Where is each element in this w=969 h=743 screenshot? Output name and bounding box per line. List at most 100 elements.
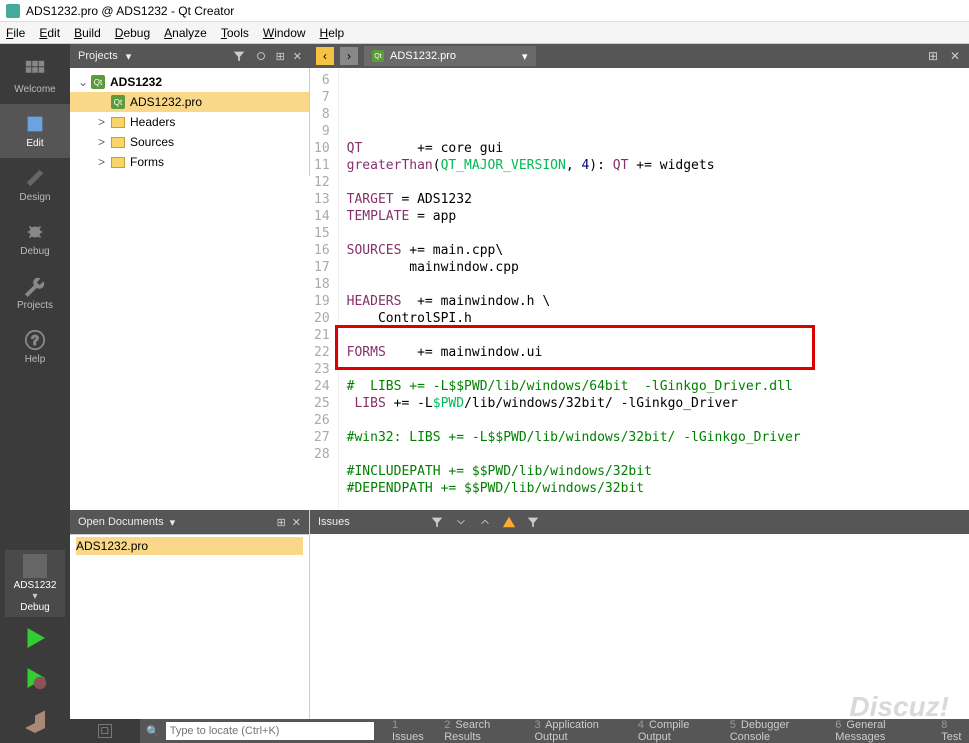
qt-icon: Qt <box>372 50 384 62</box>
code-line[interactable]: TEMPLATE = app <box>347 208 961 225</box>
bug-icon <box>24 221 46 243</box>
nav-back-button[interactable]: ‹ <box>316 47 334 65</box>
mode-design[interactable]: Design <box>0 158 70 212</box>
run-button[interactable] <box>20 623 50 653</box>
edit-icon <box>24 113 46 135</box>
menubar: File Edit Build Debug Analyze Tools Wind… <box>0 22 969 44</box>
chevron-down-icon[interactable]: ▾ <box>170 516 176 529</box>
tree-item[interactable]: QtADS1232.pro <box>70 92 309 112</box>
build-button[interactable] <box>20 703 50 733</box>
close-icon[interactable]: ✕ <box>293 50 302 63</box>
open-doc-item[interactable]: ADS1232.pro <box>76 537 303 555</box>
output-tab[interactable]: 2 Search Results <box>444 719 520 743</box>
code-editor[interactable]: 6789101112131415161718192021222324252627… <box>310 68 969 510</box>
tree-item[interactable]: >Sources <box>70 132 309 152</box>
output-tab[interactable]: 5 Debugger Console <box>730 719 822 743</box>
output-tab[interactable]: 8 Test <box>941 719 969 743</box>
issues-header: Issues <box>310 510 969 534</box>
code-line[interactable]: mainwindow.cpp <box>347 259 961 276</box>
menu-tools[interactable]: Tools <box>221 26 249 40</box>
tree-root[interactable]: ⌄ Qt ADS1232 <box>70 72 309 92</box>
close-panel-icon[interactable]: □ <box>98 724 113 738</box>
split-icon[interactable]: ⊞ <box>276 50 285 63</box>
code-line[interactable] <box>347 276 961 293</box>
statusbar: □ 🔍 1 Issues 2 Search Results 3 Applicatio… <box>70 719 969 743</box>
code-line[interactable]: #INCLUDEPATH += $$PWD/lib/windows/32bit <box>347 463 961 480</box>
mode-projects[interactable]: Projects <box>0 266 70 320</box>
close-icon[interactable]: ✕ <box>292 516 301 529</box>
tree-item[interactable]: >Headers <box>70 112 309 132</box>
mode-welcome[interactable]: Welcome <box>0 50 70 104</box>
code-line[interactable]: LIBS += -L$PWD/lib/windows/32bit/ -lGink… <box>347 395 961 412</box>
output-tab[interactable]: 4 Compile Output <box>638 719 716 743</box>
kit-selector[interactable]: ADS1232 ▾ Debug <box>5 550 65 617</box>
code-line[interactable]: SOURCES += main.cpp\ <box>347 242 961 259</box>
code-line[interactable]: greaterThan(QT_MAJOR_VERSION, 4): QT += … <box>347 157 961 174</box>
output-tab[interactable]: 6 General Messages <box>835 719 927 743</box>
window-title: ADS1232.pro @ ADS1232 - Qt Creator <box>26 4 234 18</box>
mode-debug[interactable]: Debug <box>0 212 70 266</box>
output-tab[interactable]: 1 Issues <box>392 719 430 743</box>
tree-label: Forms <box>130 155 164 169</box>
code-line[interactable] <box>347 123 961 140</box>
tree-item[interactable]: > Forms <box>70 152 309 172</box>
menu-help[interactable]: Help <box>320 26 345 40</box>
chevron-down-icon: ⌄ <box>78 75 90 89</box>
chevron-down-icon[interactable] <box>454 515 468 529</box>
code-line[interactable] <box>347 225 961 242</box>
issues-list[interactable] <box>310 534 969 719</box>
project-tree[interactable]: ⌄ Qt ADS1232 QtADS1232.pro>Headers>Sourc… <box>70 68 310 176</box>
filter-icon[interactable] <box>232 49 246 63</box>
menu-edit[interactable]: Edit <box>39 26 60 40</box>
chevron-down-icon: ▾ <box>32 591 37 602</box>
locator-input[interactable] <box>166 722 374 740</box>
chevron-down-icon[interactable]: ▾ <box>522 50 528 63</box>
code-line[interactable] <box>347 497 961 510</box>
highlight-box <box>335 325 815 370</box>
code-content[interactable]: QT += core guigreaterThan(QT_MAJOR_VERSI… <box>339 68 969 510</box>
menu-build[interactable]: Build <box>74 26 101 40</box>
code-line[interactable]: # LIBS += -L$$PWD/lib/windows/64bit -lGi… <box>347 378 961 395</box>
chevron-up-icon[interactable] <box>478 515 492 529</box>
chevron-right-icon: > <box>98 135 110 149</box>
file-tab[interactable]: Qt ADS1232.pro ▾ <box>364 46 536 66</box>
menu-window[interactable]: Window <box>263 26 306 40</box>
folder-icon <box>111 137 125 148</box>
chevron-right-icon: > <box>98 115 110 129</box>
code-line[interactable]: QT += core gui <box>347 140 961 157</box>
nav-forward-button[interactable]: › <box>340 47 358 65</box>
menu-debug[interactable]: Debug <box>115 26 150 40</box>
code-line[interactable] <box>347 446 961 463</box>
mode-edit[interactable]: Edit <box>0 104 70 158</box>
split-icon[interactable]: ⊞ <box>277 516 286 529</box>
code-line[interactable] <box>347 412 961 429</box>
output-tab[interactable]: 3 Application Output <box>535 719 624 743</box>
locator[interactable]: 🔍 <box>140 722 380 740</box>
pencil-icon <box>24 167 46 189</box>
run-debug-button[interactable] <box>20 663 50 693</box>
split-icon[interactable]: ⊞ <box>925 49 941 63</box>
code-line[interactable]: HEADERS += mainwindow.h \ <box>347 293 961 310</box>
folder-icon <box>111 157 125 168</box>
code-line[interactable]: TARGET = ADS1232 <box>347 191 961 208</box>
mode-help[interactable]: ? Help <box>0 320 70 374</box>
chevron-right-icon: > <box>98 155 110 169</box>
qt-app-icon <box>6 4 20 18</box>
code-line[interactable]: #DEPENDPATH += $$PWD/lib/windows/32bit <box>347 480 961 497</box>
filter-icon[interactable] <box>430 515 444 529</box>
chevron-left-icon: ‹ <box>323 49 327 63</box>
filter-icon[interactable] <box>526 515 540 529</box>
menu-analyze[interactable]: Analyze <box>164 26 207 40</box>
tree-label: ADS1232.pro <box>130 95 202 109</box>
open-documents-list[interactable]: ADS1232.pro <box>70 535 309 557</box>
projects-panel-header: Projects ▾ ⊞ ✕ <box>70 44 310 68</box>
code-line[interactable] <box>347 174 961 191</box>
link-icon[interactable] <box>254 49 268 63</box>
close-icon[interactable]: ✕ <box>947 49 963 63</box>
warning-icon[interactable] <box>502 515 516 529</box>
line-gutter: 6789101112131415161718192021222324252627… <box>310 68 339 510</box>
editor-toolbar: ‹ › Qt ADS1232.pro ▾ ⊞ ✕ <box>310 44 969 68</box>
chevron-down-icon[interactable]: ▾ <box>126 50 132 63</box>
menu-file[interactable]: File <box>6 26 25 40</box>
code-line[interactable]: #win32: LIBS += -L$$PWD/lib/windows/32bi… <box>347 429 961 446</box>
